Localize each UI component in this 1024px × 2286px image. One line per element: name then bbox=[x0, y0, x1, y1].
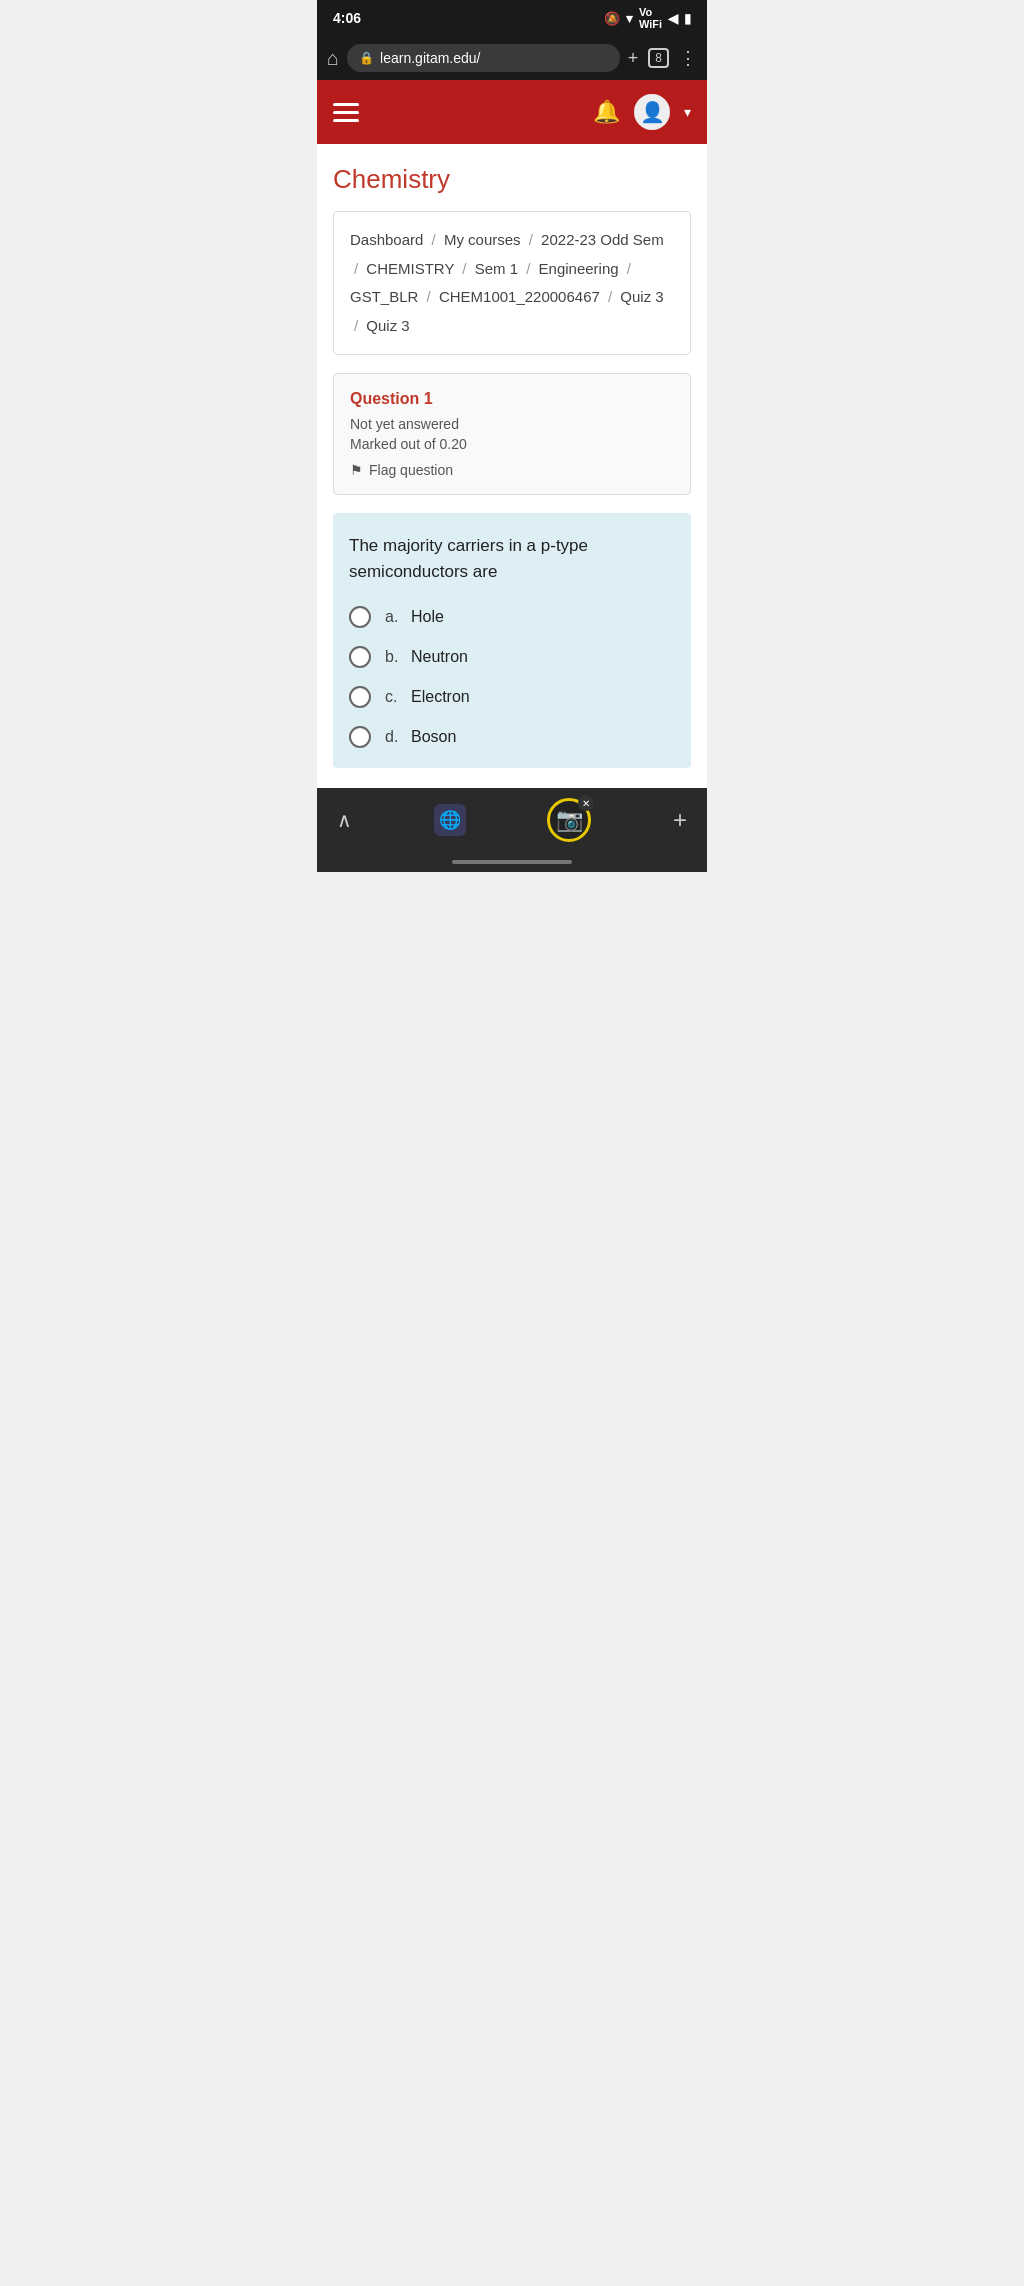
signal-icon: ◀ bbox=[668, 11, 678, 26]
question-panel: Question 1 Not yet answered Marked out o… bbox=[333, 373, 691, 495]
option-c-label: c. Electron bbox=[385, 688, 470, 706]
question-number: 1 bbox=[424, 390, 433, 407]
option-a-text: Hole bbox=[411, 608, 444, 626]
question-label: Question 1 bbox=[350, 390, 674, 408]
radio-c[interactable] bbox=[349, 686, 371, 708]
option-a-letter: a. bbox=[385, 608, 401, 626]
close-badge[interactable]: ✕ bbox=[578, 795, 594, 811]
option-b-letter: b. bbox=[385, 648, 401, 666]
hamburger-line-2 bbox=[333, 111, 359, 114]
home-bar bbox=[452, 860, 572, 864]
option-d-text: Boson bbox=[411, 728, 456, 746]
browser-actions: + 8 ⋮ bbox=[628, 47, 697, 69]
bc-mycourses[interactable]: My courses bbox=[444, 231, 521, 248]
options-list: a. Hole b. Neutron c. Electron bbox=[349, 606, 675, 748]
browser-tab-thumb: 🌐 bbox=[439, 809, 461, 831]
url-text: learn.gitam.edu/ bbox=[380, 50, 480, 66]
user-avatar[interactable]: 👤 bbox=[634, 94, 670, 130]
flag-icon: ⚑ bbox=[350, 462, 363, 478]
option-d-letter: d. bbox=[385, 728, 401, 746]
bc-dashboard[interactable]: Dashboard bbox=[350, 231, 423, 248]
bc-course-id[interactable]: CHEM1001_220006467 bbox=[439, 288, 600, 305]
radio-b[interactable] bbox=[349, 646, 371, 668]
avatar-icon: 👤 bbox=[640, 100, 665, 124]
radio-d[interactable] bbox=[349, 726, 371, 748]
option-b[interactable]: b. Neutron bbox=[349, 646, 675, 668]
page-content: Chemistry Dashboard / My courses / 2022-… bbox=[317, 144, 707, 788]
hamburger-line-3 bbox=[333, 119, 359, 122]
more-options-icon[interactable]: ⋮ bbox=[679, 47, 697, 69]
option-b-text: Neutron bbox=[411, 648, 468, 666]
status-icons: 🔕 ▾ VoWiFi ◀ ▮ bbox=[604, 6, 691, 30]
add-tab-button[interactable]: + bbox=[673, 806, 687, 834]
option-d-label: d. Boson bbox=[385, 728, 456, 746]
flag-label: Flag question bbox=[369, 462, 453, 478]
bc-sem1[interactable]: Sem 1 bbox=[475, 260, 518, 277]
wifi-icon: ▾ bbox=[626, 11, 633, 26]
flag-question-button[interactable]: ⚑ Flag question bbox=[350, 462, 674, 478]
question-word: Question bbox=[350, 390, 419, 407]
tab-count[interactable]: 8 bbox=[648, 48, 669, 68]
question-text: The majority carriers in a p-type semico… bbox=[349, 533, 675, 584]
option-b-label: b. Neutron bbox=[385, 648, 468, 666]
option-c[interactable]: c. Electron bbox=[349, 686, 675, 708]
bc-quiz3-1[interactable]: Quiz 3 bbox=[620, 288, 663, 305]
bc-gstblr[interactable]: GST_BLR bbox=[350, 288, 418, 305]
battery-icon: ▮ bbox=[684, 11, 691, 26]
radio-a[interactable] bbox=[349, 606, 371, 628]
silent-icon: 🔕 bbox=[604, 11, 620, 26]
bottom-nav: ∧ 🌐 ✕ 📷 + bbox=[317, 788, 707, 852]
time-display: 4:06 bbox=[333, 10, 361, 26]
page-title: Chemistry bbox=[333, 164, 691, 195]
browser-bar: ⌂ 🔒 learn.gitam.edu/ + 8 ⋮ bbox=[317, 36, 707, 80]
chevron-down-icon[interactable]: ▾ bbox=[684, 104, 691, 120]
question-status: Not yet answered bbox=[350, 416, 674, 432]
breadcrumb: Dashboard / My courses / 2022-23 Odd Sem… bbox=[333, 211, 691, 355]
bc-quiz3-2[interactable]: Quiz 3 bbox=[366, 317, 409, 334]
url-bar[interactable]: 🔒 learn.gitam.edu/ bbox=[347, 44, 620, 72]
browser-tab-icon[interactable]: 🌐 bbox=[434, 804, 466, 836]
option-a-label: a. Hole bbox=[385, 608, 444, 626]
status-bar: 4:06 🔕 ▾ VoWiFi ◀ ▮ bbox=[317, 0, 707, 36]
hamburger-line-1 bbox=[333, 103, 359, 106]
browser-home-icon[interactable]: ⌂ bbox=[327, 47, 339, 70]
app-icon[interactable]: ✕ 📷 bbox=[547, 798, 591, 842]
add-tab-icon[interactable]: + bbox=[628, 48, 639, 69]
question-mark: Marked out of 0.20 bbox=[350, 436, 674, 452]
lock-icon: 🔒 bbox=[359, 51, 374, 65]
option-c-text: Electron bbox=[411, 688, 470, 706]
question-content-area: The majority carriers in a p-type semico… bbox=[333, 513, 691, 768]
option-a[interactable]: a. Hole bbox=[349, 606, 675, 628]
notification-bell-icon[interactable]: 🔔 bbox=[593, 99, 620, 125]
bc-engineering[interactable]: Engineering bbox=[539, 260, 619, 277]
home-indicator bbox=[317, 852, 707, 872]
vowifi-icon: VoWiFi bbox=[639, 6, 662, 30]
bc-semester[interactable]: 2022-23 Odd Sem bbox=[541, 231, 664, 248]
app-icon-glyph: 📷 bbox=[556, 807, 583, 833]
scroll-up-button[interactable]: ∧ bbox=[337, 808, 352, 832]
hamburger-menu[interactable] bbox=[333, 103, 359, 122]
option-c-letter: c. bbox=[385, 688, 401, 706]
option-d[interactable]: d. Boson bbox=[349, 726, 675, 748]
bc-chemistry[interactable]: CHEMISTRY bbox=[366, 260, 454, 277]
header-right: 🔔 👤 ▾ bbox=[593, 94, 691, 130]
app-header: 🔔 👤 ▾ bbox=[317, 80, 707, 144]
